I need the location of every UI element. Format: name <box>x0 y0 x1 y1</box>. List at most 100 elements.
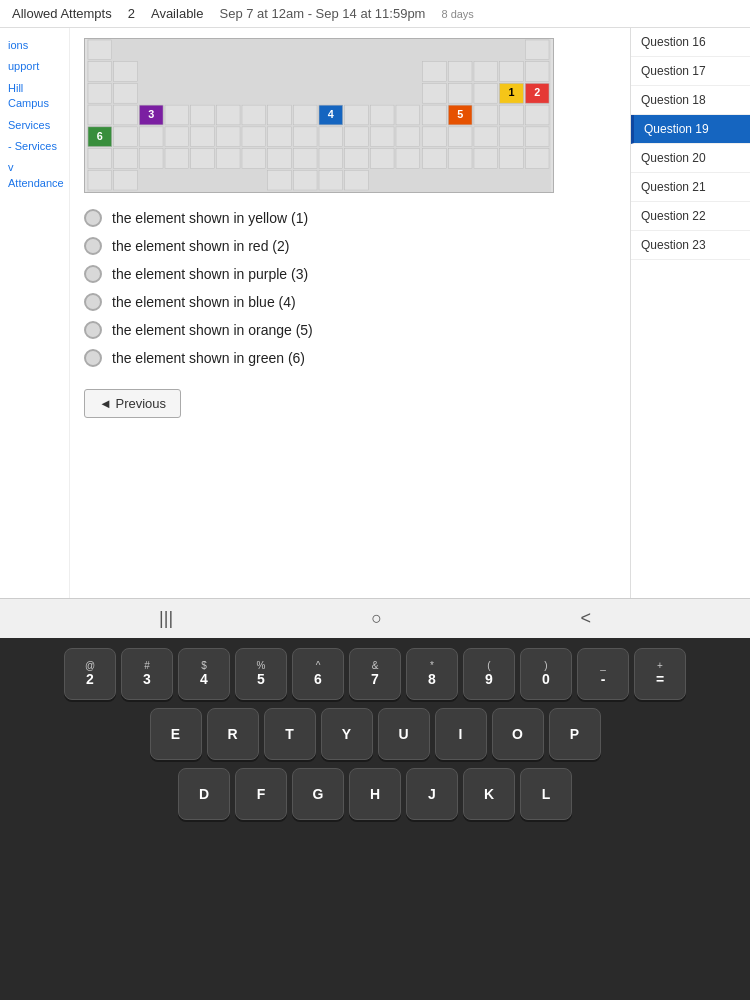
question-label-18: Question 18 <box>641 93 706 107</box>
question-item-17[interactable]: Question 17 <box>631 57 750 86</box>
question-item-21[interactable]: Question 21 <box>631 173 750 202</box>
key-4-dollar[interactable]: $ 4 <box>178 648 230 700</box>
svg-rect-12 <box>423 83 447 103</box>
svg-rect-28 <box>370 105 394 125</box>
previous-button[interactable]: ◄ Previous <box>84 389 181 418</box>
key-p[interactable]: P <box>549 708 601 760</box>
svg-rect-44 <box>319 127 343 147</box>
svg-rect-14 <box>474 83 498 103</box>
key-minus[interactable]: _ - <box>577 648 629 700</box>
svg-rect-10 <box>88 83 112 103</box>
key-7-amp[interactable]: & 7 <box>349 648 401 700</box>
svg-rect-37 <box>139 127 163 147</box>
question-label-16: Question 16 <box>641 35 706 49</box>
key-3-hash[interactable]: # 3 <box>121 648 173 700</box>
svg-rect-36 <box>114 127 138 147</box>
question-item-16[interactable]: Question 16 <box>631 28 750 57</box>
key-k[interactable]: K <box>463 768 515 820</box>
svg-rect-1 <box>88 40 112 60</box>
key-j[interactable]: J <box>406 768 458 820</box>
svg-rect-50 <box>474 127 498 147</box>
key-6-caret[interactable]: ^ 6 <box>292 648 344 700</box>
back-icon[interactable]: < <box>580 608 591 629</box>
svg-rect-27 <box>345 105 369 125</box>
right-sidebar: Question 16 Question 17 Question 18 Ques… <box>630 28 750 598</box>
svg-rect-70 <box>525 149 549 169</box>
key-h[interactable]: H <box>349 768 401 820</box>
svg-rect-69 <box>500 149 524 169</box>
svg-rect-11 <box>114 83 138 103</box>
answer-choice-6[interactable]: the element shown in green (6) <box>84 349 616 367</box>
svg-rect-74 <box>293 170 317 190</box>
radio-button-1[interactable] <box>84 209 102 227</box>
key-d[interactable]: D <box>178 768 230 820</box>
allowed-attempts-label: Allowed Attempts <box>12 6 112 21</box>
sidebar-link-services-2[interactable]: - Services <box>8 139 61 154</box>
question-item-19[interactable]: Question 19 <box>631 115 750 144</box>
key-f[interactable]: F <box>235 768 287 820</box>
key-equals[interactable]: + = <box>634 648 686 700</box>
sidebar-link-ions[interactable]: ions <box>8 38 61 53</box>
question-label-22: Question 22 <box>641 209 706 223</box>
svg-rect-53 <box>88 149 112 169</box>
question-item-20[interactable]: Question 20 <box>631 144 750 173</box>
svg-rect-30 <box>423 105 447 125</box>
sidebar-collapse-button[interactable]: ◄ <box>630 270 631 298</box>
question-label-23: Question 23 <box>641 238 706 252</box>
home-icon[interactable]: ○ <box>371 608 382 629</box>
quiz-content: 1 2 3 4 5 6 the e <box>70 28 630 598</box>
key-e[interactable]: E <box>150 708 202 760</box>
available-value: Sep 7 at 12am - Sep 14 at 11:59pm <box>219 6 425 21</box>
answer-choice-5[interactable]: the element shown in orange (5) <box>84 321 616 339</box>
key-r[interactable]: R <box>207 708 259 760</box>
key-5-percent[interactable]: % 5 <box>235 648 287 700</box>
question-item-22[interactable]: Question 22 <box>631 202 750 231</box>
top-bar: Allowed Attempts 2 Available Sep 7 at 12… <box>0 0 750 28</box>
sidebar-link-hill-campus[interactable]: Hill Campus <box>8 81 61 112</box>
answer-choice-1[interactable]: the element shown in yellow (1) <box>84 209 616 227</box>
key-i[interactable]: I <box>435 708 487 760</box>
svg-rect-49 <box>448 127 472 147</box>
svg-rect-47 <box>396 127 420 147</box>
answer-choice-4[interactable]: the element shown in blue (4) <box>84 293 616 311</box>
radio-button-6[interactable] <box>84 349 102 367</box>
svg-text:2: 2 <box>534 86 540 98</box>
sidebar-link-upport[interactable]: upport <box>8 59 61 74</box>
keyboard-top-row: E R T Y U I O P <box>8 708 742 760</box>
svg-rect-2 <box>525 40 549 60</box>
key-l[interactable]: L <box>520 768 572 820</box>
svg-rect-17 <box>88 105 112 125</box>
key-8-star[interactable]: * 8 <box>406 648 458 700</box>
svg-rect-29 <box>396 105 420 125</box>
svg-text:5: 5 <box>457 108 463 120</box>
sidebar-link-attendance[interactable]: v Attendance <box>8 160 61 191</box>
answer-choice-2[interactable]: the element shown in red (2) <box>84 237 616 255</box>
question-item-18[interactable]: Question 18 <box>631 86 750 115</box>
radio-button-5[interactable] <box>84 321 102 339</box>
answer-choice-3[interactable]: the element shown in purple (3) <box>84 265 616 283</box>
svg-text:4: 4 <box>328 108 334 120</box>
key-2-at[interactable]: @ 2 <box>64 648 116 700</box>
svg-rect-9 <box>525 62 549 82</box>
key-y[interactable]: Y <box>321 708 373 760</box>
key-9-lparen[interactable]: ( 9 <box>463 648 515 700</box>
key-o[interactable]: O <box>492 708 544 760</box>
radio-button-3[interactable] <box>84 265 102 283</box>
svg-rect-72 <box>114 170 138 190</box>
sidebar-link-services-1[interactable]: Services <box>8 118 61 133</box>
answer-label-5: the element shown in orange (5) <box>112 322 313 338</box>
svg-rect-22 <box>216 105 240 125</box>
key-g[interactable]: G <box>292 768 344 820</box>
radio-button-4[interactable] <box>84 293 102 311</box>
key-0-rparen[interactable]: ) 0 <box>520 648 572 700</box>
key-u[interactable]: U <box>378 708 430 760</box>
svg-rect-62 <box>319 149 343 169</box>
svg-rect-68 <box>474 149 498 169</box>
menu-icon[interactable]: ||| <box>159 608 173 629</box>
svg-rect-5 <box>423 62 447 82</box>
svg-rect-21 <box>191 105 215 125</box>
answer-label-1: the element shown in yellow (1) <box>112 210 308 226</box>
key-t[interactable]: T <box>264 708 316 760</box>
radio-button-2[interactable] <box>84 237 102 255</box>
question-item-23[interactable]: Question 23 <box>631 231 750 260</box>
